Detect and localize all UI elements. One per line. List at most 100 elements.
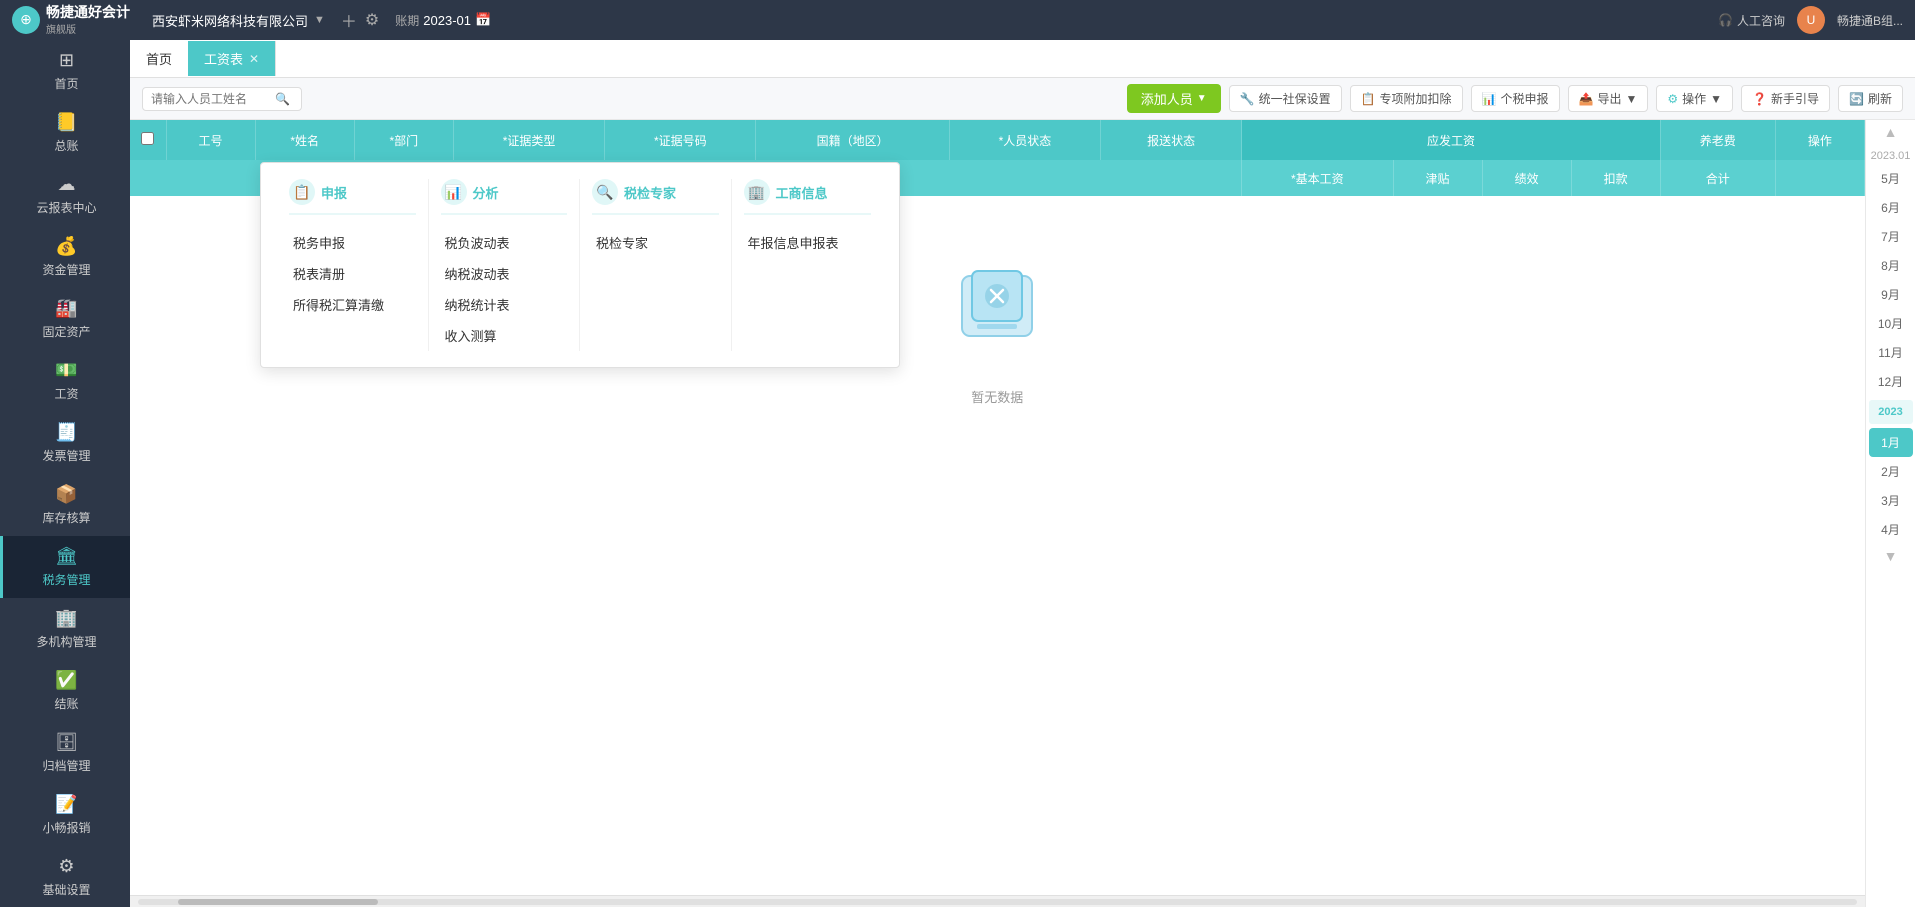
- cal-nav-down[interactable]: ▼: [1869, 544, 1913, 568]
- th-checkbox[interactable]: [130, 120, 166, 160]
- home-icon: ⊞: [59, 50, 74, 71]
- export-dropdown-icon: ▼: [1626, 92, 1638, 106]
- export-icon: 📤: [1579, 92, 1594, 106]
- cal-month-4[interactable]: 4月: [1869, 515, 1913, 544]
- zhuanjia-title: 税检专家: [624, 183, 676, 202]
- cal-month-11[interactable]: 11月: [1869, 338, 1913, 367]
- sidebar-item-archive[interactable]: 🗄 归档管理: [0, 722, 130, 784]
- tab-salary[interactable]: 工资表 ✕: [188, 41, 276, 76]
- sidebar-item-cloud[interactable]: ☁ 云报表中心: [0, 164, 130, 226]
- company-selector[interactable]: 西安虾米网络科技有限公司 ▼: [152, 11, 325, 30]
- menu-section-shenba: 📋 申报: [289, 179, 416, 215]
- inventory-icon: 📦: [55, 484, 77, 505]
- tab-close-icon[interactable]: ✕: [249, 52, 259, 66]
- headset-icon: 🎧: [1718, 13, 1733, 27]
- add-person-label: 添加人员: [1141, 89, 1193, 108]
- cal-month-8[interactable]: 8月: [1869, 251, 1913, 280]
- sidebar-item-multi[interactable]: 🏢 多机构管理: [0, 598, 130, 660]
- cal-nav-up[interactable]: ▲: [1869, 120, 1913, 144]
- th-base-salary: *基本工资: [1242, 160, 1393, 196]
- table-container[interactable]: 工号 *姓名 *部门 *证据类型 *证据号码 国籍（地区） *人员状态 报送状态…: [130, 120, 1865, 895]
- cal-month-6[interactable]: 6月: [1869, 193, 1913, 222]
- add-person-button[interactable]: 添加人员 ▼: [1127, 84, 1221, 113]
- menu-item-tax-table[interactable]: 税表清册: [289, 258, 416, 289]
- menu-item-tax-burden[interactable]: 税负波动表: [441, 227, 568, 258]
- sidebar-item-report[interactable]: 📝 小畅报销: [0, 784, 130, 846]
- top-actions: ＋ ⚙: [341, 8, 379, 32]
- cal-month-2[interactable]: 2月: [1869, 457, 1913, 486]
- add-company-icon[interactable]: ＋: [341, 8, 357, 32]
- service-button[interactable]: 🎧 人工咨询: [1718, 12, 1785, 29]
- tab-home[interactable]: 首页: [130, 41, 188, 76]
- fenxi-icon: 📊: [441, 179, 467, 205]
- menu-item-income-est[interactable]: 收入测算: [441, 320, 568, 351]
- export-label: 导出: [1597, 90, 1621, 107]
- cal-month-10[interactable]: 10月: [1869, 309, 1913, 338]
- menu-item-tax-expert[interactable]: 税检专家: [592, 227, 719, 258]
- cal-month-9[interactable]: 9月: [1869, 280, 1913, 309]
- sidebar-label-archive: 归档管理: [42, 757, 90, 774]
- menu-item-annual-report[interactable]: 年报信息申报表: [744, 227, 872, 258]
- tax-report-button[interactable]: 📊 个税申报: [1471, 85, 1560, 112]
- sidebar-item-home[interactable]: ⊞ 首页: [0, 40, 130, 102]
- sidebar-item-inventory[interactable]: 📦 库存核算: [0, 474, 130, 536]
- cal-year-2023-marker: 2023: [1869, 400, 1913, 424]
- search-input[interactable]: [151, 92, 271, 106]
- search-input-wrapper[interactable]: 🔍: [142, 87, 302, 111]
- multi-icon: 🏢: [55, 608, 77, 629]
- th-cert-type: *证据类型: [453, 120, 604, 160]
- th-submit-status: 报送状态: [1101, 120, 1242, 160]
- sidebar-item-ledger[interactable]: 📒 总账: [0, 102, 130, 164]
- menu-item-tax-stat[interactable]: 纳税统计表: [441, 289, 568, 320]
- sidebar-item-settings[interactable]: ⚙ 基础设置: [0, 846, 130, 907]
- menu-item-tax-report[interactable]: 税务申报: [289, 227, 416, 258]
- guide-btn-icon: ❓: [1752, 92, 1767, 106]
- menu-section-gongshang: 🏢 工商信息: [744, 179, 872, 215]
- th-spacer2: [1775, 160, 1864, 196]
- operate-dropdown-icon: ▼: [1710, 92, 1722, 106]
- top-right: 🎧 人工咨询 U 畅捷通B组...: [1718, 6, 1903, 34]
- th-pension: 养老费: [1660, 120, 1775, 160]
- th-total: 合计: [1660, 160, 1775, 196]
- period-calendar-icon[interactable]: 📅: [475, 12, 491, 28]
- empty-icon: [947, 256, 1047, 375]
- th-deduction: 扣款: [1571, 160, 1660, 196]
- user-name[interactable]: 畅捷通B组...: [1837, 12, 1903, 29]
- sidebar-item-invoice[interactable]: 🧾 发票管理: [0, 412, 130, 474]
- social-security-button[interactable]: 🔧 统一社保设置: [1229, 85, 1342, 112]
- operate-button[interactable]: ⚙ 操作 ▼: [1656, 85, 1733, 112]
- cal-month-12[interactable]: 12月: [1869, 367, 1913, 396]
- social-icon: 🔧: [1240, 92, 1255, 106]
- special-deduction-button[interactable]: 📋 专项附加扣除: [1350, 85, 1463, 112]
- menu-item-tax-wave[interactable]: 纳税波动表: [441, 258, 568, 289]
- sidebar-item-salary[interactable]: 💵 工资: [0, 350, 130, 412]
- th-operation: 操作: [1775, 120, 1864, 160]
- cal-month-1[interactable]: 1月: [1869, 428, 1913, 457]
- th-allowance: 津贴: [1393, 160, 1482, 196]
- main-layout: ⊞ 首页 📒 总账 ☁ 云报表中心 💰 资金管理 🏭 固定资产 💵 工资 🧾 发…: [0, 40, 1915, 907]
- scrollbar-thumb[interactable]: [178, 899, 378, 905]
- sidebar-item-asset[interactable]: 🏭 固定资产: [0, 288, 130, 350]
- settings-icon[interactable]: ⚙: [365, 10, 379, 30]
- special-label: 专项附加扣除: [1380, 90, 1452, 107]
- cal-month-7[interactable]: 7月: [1869, 222, 1913, 251]
- special-icon: 📋: [1361, 92, 1376, 106]
- cal-month-5[interactable]: 5月: [1869, 164, 1913, 193]
- sidebar-item-period[interactable]: ✅ 结账: [0, 660, 130, 722]
- horizontal-scrollbar[interactable]: [130, 895, 1865, 907]
- export-button[interactable]: 📤 导出 ▼: [1568, 85, 1649, 112]
- menu-item-tax-calc[interactable]: 所得税汇算清缴: [289, 289, 416, 320]
- fund-icon: 💰: [55, 236, 77, 257]
- select-all-checkbox[interactable]: [141, 132, 154, 145]
- sidebar-label-home: 首页: [54, 75, 78, 92]
- cal-month-3[interactable]: 3月: [1869, 486, 1913, 515]
- logo-text-container: 畅捷通好会计 旗舰版: [46, 4, 130, 36]
- sidebar-item-fund[interactable]: 💰 资金管理: [0, 226, 130, 288]
- archive-icon: 🗄: [55, 732, 78, 753]
- guide-button[interactable]: ❓ 新手引导: [1741, 85, 1830, 112]
- operate-icon: ⚙: [1667, 92, 1678, 106]
- invoice-icon: 🧾: [55, 422, 77, 443]
- sidebar-item-tax[interactable]: 🏛 税务管理: [0, 536, 130, 598]
- refresh-button[interactable]: 🔄 刷新: [1838, 85, 1903, 112]
- social-label: 统一社保设置: [1259, 90, 1331, 107]
